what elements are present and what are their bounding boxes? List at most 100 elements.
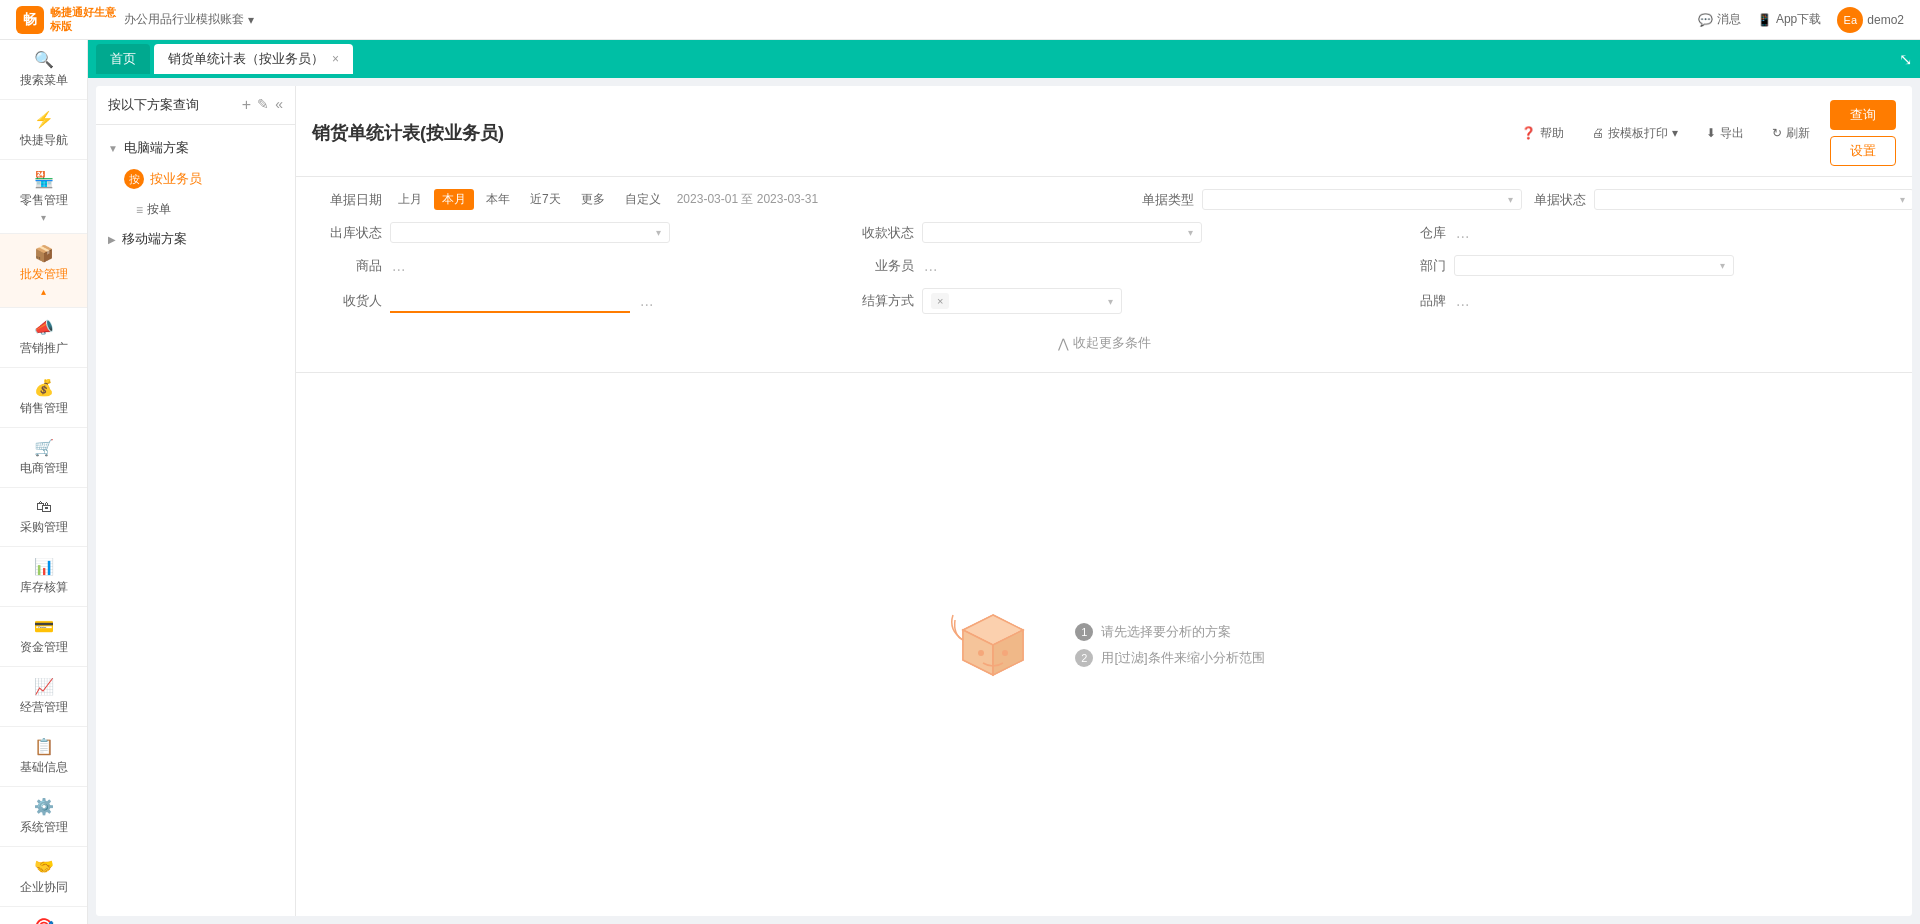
sidebar-item-newbie[interactable]: 🎯 新手引导 (0, 907, 87, 924)
receipt-status-arrow: ▾ (1188, 227, 1193, 238)
tab-home[interactable]: 首页 (96, 44, 150, 74)
scheme-collapse-btn[interactable]: « (275, 96, 283, 114)
consignee-dots-btn[interactable]: ... (640, 292, 653, 310)
app-download-btn[interactable]: 📱 App下载 (1757, 11, 1821, 28)
export-icon: ⬇ (1706, 126, 1716, 140)
tab-sales-stat-label: 销货单统计表（按业务员） (168, 50, 324, 68)
scheme-panel: 按以下方案查询 + ✎ « ▼ 电脑端方案 按 (96, 86, 296, 916)
empty-hints: 1 请先选择要分析的方案 2 用[过滤]条件来缩小分析范围 (1075, 623, 1264, 667)
doc-status-label: 单据状态 (1516, 191, 1586, 209)
date-tab-this-year[interactable]: 本年 (478, 189, 518, 210)
hint-text-2: 用[过滤]条件来缩小分析范围 (1101, 649, 1264, 667)
tab-sales-stat[interactable]: 销货单统计表（按业务员） × (154, 44, 353, 74)
template-print-btn[interactable]: 🖨 按模板打印 ▾ (1584, 121, 1686, 146)
sidebar-label-ecommerce: 电商管理 (20, 460, 68, 477)
dropdown-arrow: ▾ (248, 13, 254, 27)
settings-button[interactable]: 设置 (1830, 136, 1896, 166)
salesperson-dots-btn[interactable]: ... (924, 257, 937, 275)
warehouse-label: 仓库 (1376, 224, 1446, 242)
doc-status-select[interactable]: ▾ (1594, 189, 1912, 210)
doc-type-select[interactable]: ▾ (1202, 189, 1522, 210)
sidebar-label-enterprise: 企业协同 (20, 879, 68, 896)
svg-point-6 (1002, 650, 1008, 656)
logo-area: 畅 畅捷通好生意 标版 (16, 6, 116, 34)
date-tab-this-month[interactable]: 本月 (434, 189, 474, 210)
sidebar-item-sales[interactable]: 💰 销售管理 (0, 368, 87, 428)
hint-text-1: 请先选择要分析的方案 (1101, 623, 1231, 641)
sidebar-label-wholesale: 批发管理 (20, 266, 68, 283)
consignee-input[interactable] (390, 290, 630, 313)
filter-area: 单据日期 上月 本月 本年 近7天 更多 自定义 2023-03-01 至 20… (296, 177, 1912, 373)
sidebar-item-operations[interactable]: 📈 经营管理 (0, 667, 87, 727)
sidebar-item-quick-nav[interactable]: ⚡ 快捷导航 (0, 100, 87, 160)
maximize-icon[interactable]: ⤡ (1899, 50, 1912, 69)
ecommerce-icon: 🛒 (34, 438, 54, 457)
sidebar-item-wholesale[interactable]: 📦 批发管理 ▴ (0, 234, 87, 308)
scheme-edit-btn[interactable]: ✎ (257, 96, 269, 114)
user-menu[interactable]: Ea demo2 (1837, 7, 1904, 33)
tree-group-pc: ▼ 电脑端方案 按 按业务员 ≡ 按单 (96, 133, 295, 224)
sidebar-label-operations: 经营管理 (20, 699, 68, 716)
quick-nav-icon: ⚡ (34, 110, 54, 129)
dropdown-label[interactable]: 办公用品行业模拟账套 (124, 11, 244, 28)
product-dots-btn[interactable]: ... (392, 257, 405, 275)
avatar: Ea (1837, 7, 1863, 33)
sidebar-item-inventory[interactable]: 📊 库存核算 (0, 547, 87, 607)
product-label: 商品 (312, 257, 382, 275)
filter-col-department: 部门 ▾ (1376, 255, 1896, 276)
scheme-add-btn[interactable]: + (242, 96, 251, 114)
tree-item-by-doc[interactable]: ≡ 按单 (96, 195, 295, 224)
tree-item-salesperson[interactable]: 按 按业务员 (96, 163, 295, 195)
tree-group-pc-header[interactable]: ▼ 电脑端方案 (96, 133, 295, 163)
warehouse-dots-btn[interactable]: ... (1456, 224, 1469, 242)
newbie-icon: 🎯 (34, 917, 54, 924)
date-tab-custom[interactable]: 自定义 (617, 189, 669, 210)
page-title-bar: 销货单统计表(按业务员) ❓ 帮助 🖨 按模板打印 ▾ ⬇ (296, 86, 1912, 177)
date-tab-last7[interactable]: 近7天 (522, 189, 569, 210)
filter-col-payment: 结算方式 × ▾ (844, 288, 1364, 314)
help-icon: ❓ (1521, 126, 1536, 140)
sidebar-item-ecommerce[interactable]: 🛒 电商管理 (0, 428, 87, 488)
sidebar-item-system[interactable]: ⚙️ 系统管理 (0, 787, 87, 847)
sidebar-item-search[interactable]: 🔍 搜索菜单 (0, 40, 87, 100)
filter-col-doc-status: 单据状态 ▾ (1516, 189, 1896, 210)
payment-select[interactable]: × ▾ (922, 288, 1122, 314)
sales-icon: 💰 (34, 378, 54, 397)
department-select[interactable]: ▾ (1454, 255, 1734, 276)
help-btn[interactable]: ❓ 帮助 (1513, 121, 1572, 146)
sidebar-item-finance[interactable]: 💳 资金管理 (0, 607, 87, 667)
top-header: 畅 畅捷通好生意 标版 办公用品行业模拟账套 ▾ 💬 消息 📱 App下载 Ea… (0, 0, 1920, 40)
sidebar-item-enterprise[interactable]: 🤝 企业协同 (0, 847, 87, 907)
sidebar-label-quick-nav: 快捷导航 (20, 132, 68, 149)
message-btn[interactable]: 💬 消息 (1698, 11, 1741, 28)
breadcrumb-area[interactable]: 办公用品行业模拟账套 ▾ (124, 11, 254, 28)
collapse-conditions-btn[interactable]: ⋀ 收起更多条件 (312, 326, 1896, 360)
query-button[interactable]: 查询 (1830, 100, 1896, 130)
out-status-select[interactable]: ▾ (390, 222, 670, 243)
header-left: 畅 畅捷通好生意 标版 办公用品行业模拟账套 ▾ (16, 6, 254, 34)
date-tab-more[interactable]: 更多 (573, 189, 613, 210)
tab-close-icon[interactable]: × (332, 52, 339, 66)
receipt-status-select[interactable]: ▾ (922, 222, 1202, 243)
doc-status-arrow: ▾ (1900, 194, 1905, 205)
empty-hint-2: 2 用[过滤]条件来缩小分析范围 (1075, 649, 1264, 667)
brand-dots-btn[interactable]: ... (1456, 292, 1469, 310)
tree-group-mobile-header[interactable]: ▶ 移动端方案 (96, 224, 295, 254)
empty-state: 1 请先选择要分析的方案 2 用[过滤]条件来缩小分析范围 (296, 373, 1912, 916)
empty-illustration (943, 595, 1043, 695)
sidebar-item-retail[interactable]: 🏪 零售管理 ▾ (0, 160, 87, 234)
sidebar-label-marketing: 营销推广 (20, 340, 68, 357)
sidebar-item-marketing[interactable]: 📣 营销推广 (0, 308, 87, 368)
department-label: 部门 (1376, 257, 1446, 275)
sidebar-label-basic: 基础信息 (20, 759, 68, 776)
refresh-btn[interactable]: ↻ 刷新 (1764, 121, 1818, 146)
empty-content: 1 请先选择要分析的方案 2 用[过滤]条件来缩小分析范围 (943, 595, 1264, 695)
filter-col-consignee: 收货人 ... (312, 290, 832, 313)
payment-tag-close[interactable]: × (937, 295, 943, 307)
scheme-header-title: 按以下方案查询 (108, 96, 199, 114)
salesperson-label: 业务员 (844, 257, 914, 275)
export-btn[interactable]: ⬇ 导出 (1698, 121, 1752, 146)
sidebar-item-purchase[interactable]: 🛍 采购管理 (0, 488, 87, 547)
sidebar-item-basic[interactable]: 📋 基础信息 (0, 727, 87, 787)
date-tab-last-month[interactable]: 上月 (390, 189, 430, 210)
